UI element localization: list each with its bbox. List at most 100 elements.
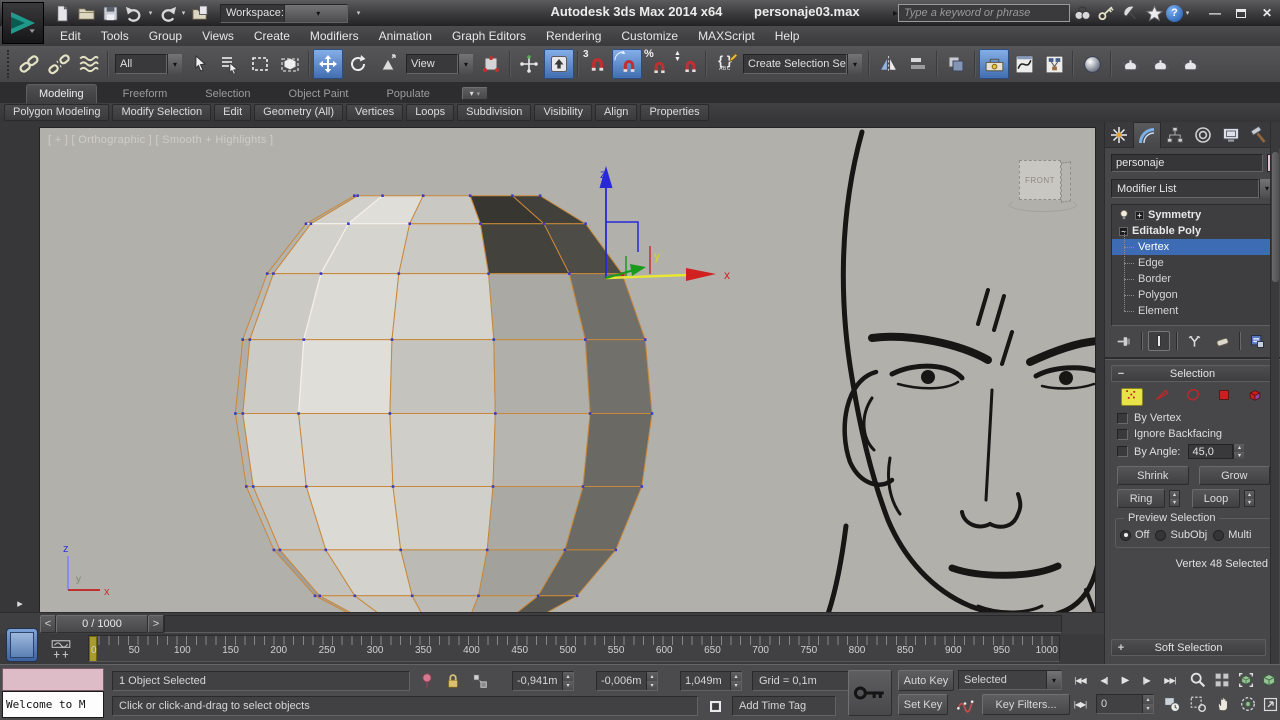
- mesh-vertex[interactable]: [410, 594, 414, 598]
- mesh-vertex[interactable]: [511, 194, 514, 197]
- mesh-vertex[interactable]: [272, 272, 275, 275]
- unlink-selection-button[interactable]: [44, 49, 74, 79]
- loop-button[interactable]: Loop: [1192, 489, 1240, 508]
- show-end-result-button[interactable]: [1148, 331, 1170, 351]
- mesh-vertex[interactable]: [388, 412, 392, 415]
- tab-motion[interactable]: [1189, 122, 1217, 148]
- workspace-flyout-icon[interactable]: [354, 9, 363, 17]
- mesh-vertex[interactable]: [313, 594, 317, 598]
- ribbon-tab-freeform[interactable]: Freeform: [111, 85, 180, 103]
- select-and-scale-button[interactable]: [373, 49, 403, 79]
- menu-tools[interactable]: Tools: [91, 27, 139, 45]
- select-object-button[interactable]: [185, 49, 215, 79]
- window-crossing-toggle-button[interactable]: [275, 49, 305, 79]
- key-filters-button[interactable]: Key Filters...: [982, 694, 1070, 715]
- select-and-link-button[interactable]: [14, 49, 44, 79]
- viewcube-front-face[interactable]: FRONT: [1019, 160, 1061, 200]
- mesh-vertex[interactable]: [381, 194, 384, 197]
- menu-maxscript[interactable]: MAXScript: [688, 27, 765, 45]
- go-to-end-button[interactable]: ▶▶|: [1158, 670, 1182, 691]
- ribbon-tab-object-paint[interactable]: Object Paint: [277, 85, 361, 103]
- mesh-vertex[interactable]: [390, 338, 394, 341]
- border-subobject-button[interactable]: [1183, 388, 1205, 406]
- render-production-button[interactable]: [1175, 49, 1205, 79]
- stack-item-symmetry[interactable]: + Symmetry: [1112, 207, 1273, 223]
- mesh-vertex[interactable]: [421, 194, 425, 197]
- select-and-move-button[interactable]: [313, 49, 343, 79]
- snaps-toggle-button[interactable]: 3: [582, 49, 612, 79]
- viewport-label[interactable]: [ + ] [ Orthographic ] [ Smooth + Highli…: [48, 134, 273, 146]
- mesh-face[interactable]: [492, 413, 591, 487]
- preview-off-radio[interactable]: [1120, 529, 1131, 541]
- mesh-vertex[interactable]: [492, 338, 496, 341]
- mesh-vertex[interactable]: [234, 412, 237, 415]
- ribbon-minimize-button[interactable]: [461, 87, 488, 100]
- mesh-face[interactable]: [392, 486, 494, 551]
- play-button[interactable]: ▶: [1116, 670, 1134, 691]
- expand-icon[interactable]: +: [1135, 210, 1144, 220]
- stack-subobject-polygon[interactable]: Polygon: [1112, 279, 1273, 303]
- ribbon-tab-selection[interactable]: Selection: [193, 85, 262, 103]
- search-icon[interactable]: [1070, 2, 1094, 24]
- menu-edit[interactable]: Edit: [50, 27, 91, 45]
- remove-modifier-button[interactable]: [1211, 331, 1233, 351]
- edit-named-selection-sets-button[interactable]: { } ABC: [710, 49, 740, 79]
- gizmo-y-arrow-icon[interactable]: [630, 264, 646, 276]
- select-and-rotate-button[interactable]: [343, 49, 373, 79]
- mesh-vertex[interactable]: [399, 548, 402, 552]
- isolate-selection-pin-icon[interactable]: [416, 671, 438, 691]
- key-mode-caret-icon[interactable]: [1046, 671, 1061, 689]
- ribbon-toggle-button[interactable]: [979, 49, 1009, 79]
- mesh-vertex[interactable]: [245, 485, 248, 488]
- add-time-tag-field[interactable]: Add Time Tag: [732, 696, 836, 716]
- z-spinner[interactable]: [730, 672, 741, 690]
- tab-create[interactable]: [1105, 122, 1133, 148]
- mesh-vertex[interactable]: [241, 338, 244, 341]
- viewcube-side-face[interactable]: [1061, 161, 1071, 203]
- maxscript-listener-output[interactable]: Welcome to M: [2, 691, 104, 718]
- mesh-vertex[interactable]: [265, 272, 269, 275]
- menu-customize[interactable]: Customize: [611, 27, 688, 45]
- mesh-vertex[interactable]: [538, 194, 542, 197]
- mesh-vertex[interactable]: [251, 485, 255, 488]
- current-frame-field[interactable]: 0: [1096, 694, 1154, 714]
- ribbon-panel-visibility[interactable]: Visibility: [534, 104, 592, 121]
- selection-rollout-header[interactable]: − Selection: [1111, 365, 1274, 382]
- ribbon-panel-subdivision[interactable]: Subdivision: [457, 104, 532, 121]
- by-angle-spinner[interactable]: [1233, 444, 1245, 459]
- undo-history-caret-icon[interactable]: [146, 9, 155, 17]
- viewport-layout-flyout-button[interactable]: [8, 592, 32, 614]
- project-folder-button[interactable]: [188, 2, 212, 24]
- mesh-vertex[interactable]: [584, 338, 587, 341]
- mesh-vertex[interactable]: [278, 548, 282, 552]
- mesh-vertex[interactable]: [241, 412, 245, 415]
- by-vertex-checkbox[interactable]: [1117, 412, 1128, 424]
- mesh-vertex[interactable]: [494, 412, 497, 415]
- selection-filter-dropdown[interactable]: All: [115, 54, 182, 74]
- go-to-start-button[interactable]: |◀◀: [1068, 670, 1092, 691]
- key-mode-toggle-button[interactable]: |◀▶|: [1068, 694, 1092, 715]
- stack-subobject-edge[interactable]: Edge: [1112, 247, 1273, 271]
- named-selection-set-dropdown[interactable]: Create Selection Set: [743, 54, 862, 74]
- workspace-caret-icon[interactable]: [283, 4, 347, 22]
- named-selection-set-caret-icon[interactable]: [847, 54, 862, 74]
- redo-button[interactable]: [155, 2, 179, 24]
- vertex-subobject-button[interactable]: [1121, 388, 1143, 406]
- mesh-face[interactable]: [389, 339, 496, 414]
- key-mode-dropdown[interactable]: Selected: [958, 670, 1062, 690]
- mesh-vertex[interactable]: [614, 548, 618, 552]
- manage-layers-button[interactable]: [941, 49, 971, 79]
- zoom-viewport-button[interactable]: [1186, 669, 1209, 691]
- transform-gizmo[interactable]: z x y: [599, 166, 731, 282]
- mesh-face[interactable]: [488, 273, 586, 341]
- mesh-vertex[interactable]: [318, 594, 321, 598]
- help-caret-icon[interactable]: [1183, 9, 1192, 17]
- maxscript-listener-pink[interactable]: [2, 668, 104, 691]
- select-and-manipulate-button[interactable]: [514, 49, 544, 79]
- mini-curve-editor-button[interactable]: [46, 637, 76, 661]
- mesh-vertex[interactable]: [588, 412, 592, 415]
- mesh-vertex[interactable]: [319, 272, 323, 275]
- close-button[interactable]: ✕: [1254, 4, 1280, 22]
- modifier-on-bulb-icon[interactable]: [1117, 208, 1131, 222]
- y-coord-field[interactable]: -0,006m: [596, 671, 658, 691]
